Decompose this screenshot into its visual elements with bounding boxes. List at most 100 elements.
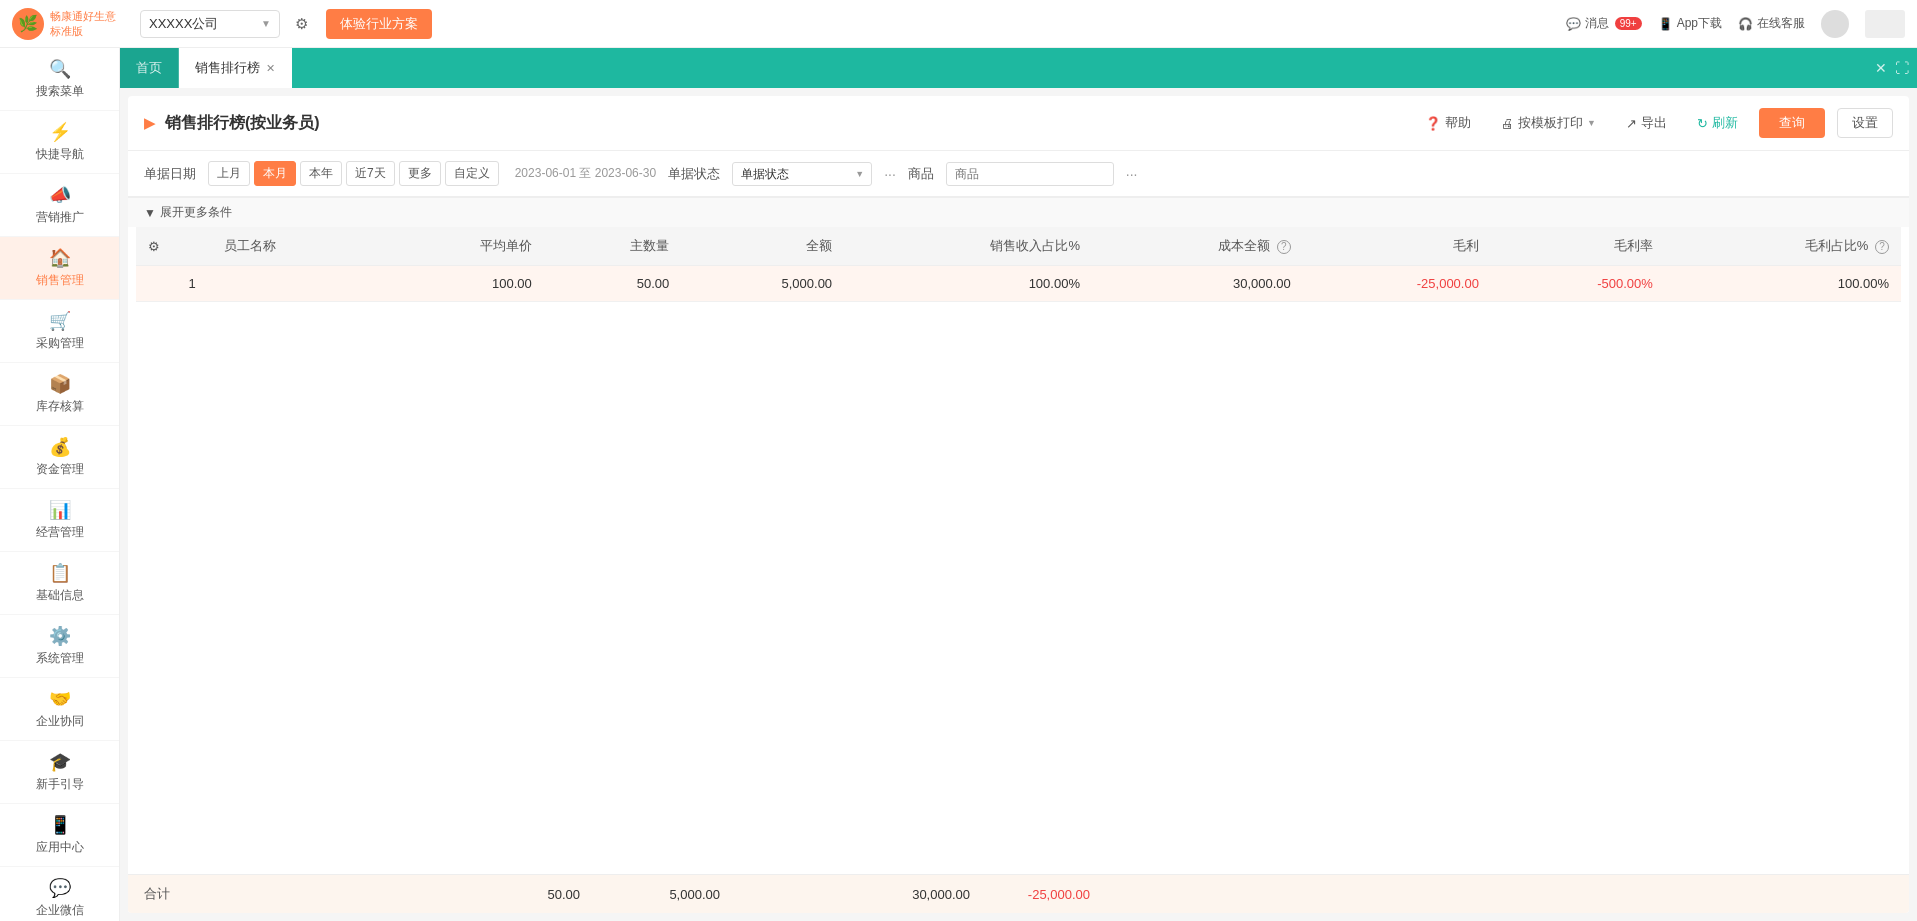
tab-restore-icon[interactable]: ⛶ [1895, 60, 1909, 76]
sidebar-item-finance[interactable]: 💰 资金管理 [0, 426, 119, 489]
header-right: 💬 消息 99+ 📱 App下载 🎧 在线客服 [1566, 10, 1905, 38]
footer-cost-amount: 30,000.00 [864, 887, 994, 902]
company-selector[interactable]: XXXXX公司 ▼ [140, 10, 280, 38]
column-settings-icon[interactable]: ⚙ [148, 239, 160, 254]
sidebar-item-wechat[interactable]: 💬 企业微信 [0, 867, 119, 921]
company-settings-icon[interactable]: ⚙ [286, 9, 316, 39]
cell-amount: 5,000.00 [681, 266, 844, 302]
cell-gross-profit: -25,000.00 [1303, 266, 1491, 302]
sidebar-label-app: 应用中心 [36, 839, 84, 856]
date-btn-7days[interactable]: 近7天 [346, 161, 395, 186]
table-area: ⚙ 员工名称 平均单价 主数量 [128, 227, 1909, 874]
cell-gross-rate: -500.00% [1491, 266, 1665, 302]
goods-filter-label: 商品 [908, 165, 934, 183]
sidebar-item-purchase[interactable]: 🛒 采购管理 [0, 300, 119, 363]
box-icon: 📦 [49, 373, 71, 395]
sidebar-label-purchase: 采购管理 [36, 335, 84, 352]
sidebar-item-guide[interactable]: 🎓 新手引导 [0, 741, 119, 804]
sidebar-item-marketing[interactable]: 📣 营销推广 [0, 174, 119, 237]
sidebar-label-basic: 基础信息 [36, 587, 84, 604]
message-label: 消息 [1585, 15, 1609, 32]
col-quantity: 主数量 [544, 227, 682, 266]
sidebar-item-operations[interactable]: 📊 经营管理 [0, 489, 119, 552]
headset-icon: 🎧 [1738, 17, 1753, 31]
tab-close-all-icon[interactable]: ✕ [1875, 60, 1887, 76]
status-select[interactable]: 单据状态 [732, 162, 872, 186]
cell-employee [212, 266, 378, 302]
sidebar-item-quick-nav[interactable]: ⚡ 快捷导航 [0, 111, 119, 174]
sidebar-item-system[interactable]: ⚙️ 系统管理 [0, 615, 119, 678]
trial-button[interactable]: 体验行业方案 [326, 9, 432, 39]
avatar[interactable] [1821, 10, 1849, 38]
guide-icon: 🎓 [49, 751, 71, 773]
sidebar-item-app-center[interactable]: 📱 应用中心 [0, 804, 119, 867]
more-dots[interactable]: ··· [884, 166, 896, 182]
query-button[interactable]: 查询 [1759, 108, 1825, 138]
tab-sales-rank[interactable]: 销售排行榜 ✕ [179, 48, 292, 88]
cart-icon: 🛒 [49, 310, 71, 332]
goods-more-dots[interactable]: ··· [1126, 166, 1138, 182]
page-title: 销售排行榜(按业务员) [165, 113, 320, 134]
sidebar-label-sales: 销售管理 [36, 272, 84, 289]
megaphone-icon: 📣 [49, 184, 71, 206]
date-btn-custom[interactable]: 自定义 [445, 161, 499, 186]
page-actions: ❓ 帮助 🖨 按模板打印 ▼ ↗ 导出 ↻ 刷新 [1416, 108, 1893, 138]
data-table: ⚙ 员工名称 平均单价 主数量 [136, 227, 1901, 302]
expand-icon[interactable]: ▶ [144, 115, 155, 131]
sidebar-label-inventory: 库存核算 [36, 398, 84, 415]
sidebar-item-search-orders[interactable]: 🔍 搜索菜单 [0, 48, 119, 111]
tab-close-icon[interactable]: ✕ [266, 62, 275, 75]
sidebar-label-finance: 资金管理 [36, 461, 84, 478]
clipboard-icon: 📋 [49, 562, 71, 584]
tab-home[interactable]: 首页 [120, 48, 179, 88]
help-button[interactable]: ❓ 帮助 [1416, 109, 1480, 137]
col-gross-profit: 毛利 [1303, 227, 1491, 266]
app-download-button[interactable]: 📱 App下载 [1658, 15, 1722, 32]
sidebar-label-wechat: 企业微信 [36, 902, 84, 919]
col-cost-amount: 成本全额 ? [1092, 227, 1303, 266]
date-filter-label: 单据日期 [144, 165, 196, 183]
sidebar-item-basic-info[interactable]: 📋 基础信息 [0, 552, 119, 615]
print-button[interactable]: 🖨 按模板打印 ▼ [1492, 109, 1605, 137]
refresh-icon: ↻ [1697, 116, 1708, 131]
col-settings[interactable]: ⚙ [136, 227, 172, 266]
cost-info-icon[interactable]: ? [1277, 240, 1291, 254]
sidebar-label-collab: 企业协同 [36, 713, 84, 730]
app-download-label: App下载 [1677, 15, 1722, 32]
footer-values: 50.00 5,000.00 30,000.00 -25,000.00 [464, 887, 1893, 902]
col-employee: 员工名称 [212, 227, 378, 266]
house-icon: 🏠 [49, 247, 71, 269]
sidebar-item-sales[interactable]: 🏠 销售管理 [0, 237, 119, 300]
date-btn-this-year[interactable]: 本年 [300, 161, 342, 186]
footer-spacer-sales-pct [744, 887, 864, 902]
tab-bar: 首页 销售排行榜 ✕ ✕ ⛶ [120, 48, 1917, 88]
sidebar: 🔍 搜索菜单 ⚡ 快捷导航 📣 营销推广 🏠 销售管理 🛒 采购管理 📦 库存核… [0, 48, 120, 921]
sidebar-label-guide: 新手引导 [36, 776, 84, 793]
gross-pct-info-icon[interactable]: ? [1875, 240, 1889, 254]
settings-button[interactable]: 设置 [1837, 108, 1893, 138]
export-button[interactable]: ↗ 导出 [1617, 109, 1676, 137]
tab-bar-right: ✕ ⛶ [1875, 60, 1917, 76]
online-service-button[interactable]: 🎧 在线客服 [1738, 15, 1805, 32]
money-icon: 💰 [49, 436, 71, 458]
sidebar-label-search: 搜索菜单 [36, 83, 84, 100]
date-btn-more[interactable]: 更多 [399, 161, 441, 186]
date-btn-this-month[interactable]: 本月 [254, 161, 296, 186]
message-badge: 99+ [1615, 17, 1642, 30]
sidebar-item-collab[interactable]: 🤝 企业协同 [0, 678, 119, 741]
cell-cost-amount: 30,000.00 [1092, 266, 1303, 302]
cell-sales-pct: 100.00% [844, 266, 1092, 302]
refresh-button[interactable]: ↻ 刷新 [1688, 109, 1747, 137]
goods-input[interactable] [946, 162, 1114, 186]
expand-more-button[interactable]: ▼ 展开更多条件 [128, 197, 1909, 227]
chevron-down-icon: ▼ [261, 18, 271, 29]
app-download-icon: 📱 [1658, 17, 1673, 31]
logo-area: 🌿 畅康通好生意 标准版 [12, 8, 132, 40]
footer-gross-profit: -25,000.00 [994, 887, 1114, 902]
question-icon: ❓ [1425, 116, 1441, 131]
print-chevron-icon: ▼ [1587, 118, 1596, 128]
sidebar-item-inventory[interactable]: 📦 库存核算 [0, 363, 119, 426]
message-button[interactable]: 💬 消息 99+ [1566, 15, 1642, 32]
date-btn-last-month[interactable]: 上月 [208, 161, 250, 186]
sidebar-label-nav: 快捷导航 [36, 146, 84, 163]
